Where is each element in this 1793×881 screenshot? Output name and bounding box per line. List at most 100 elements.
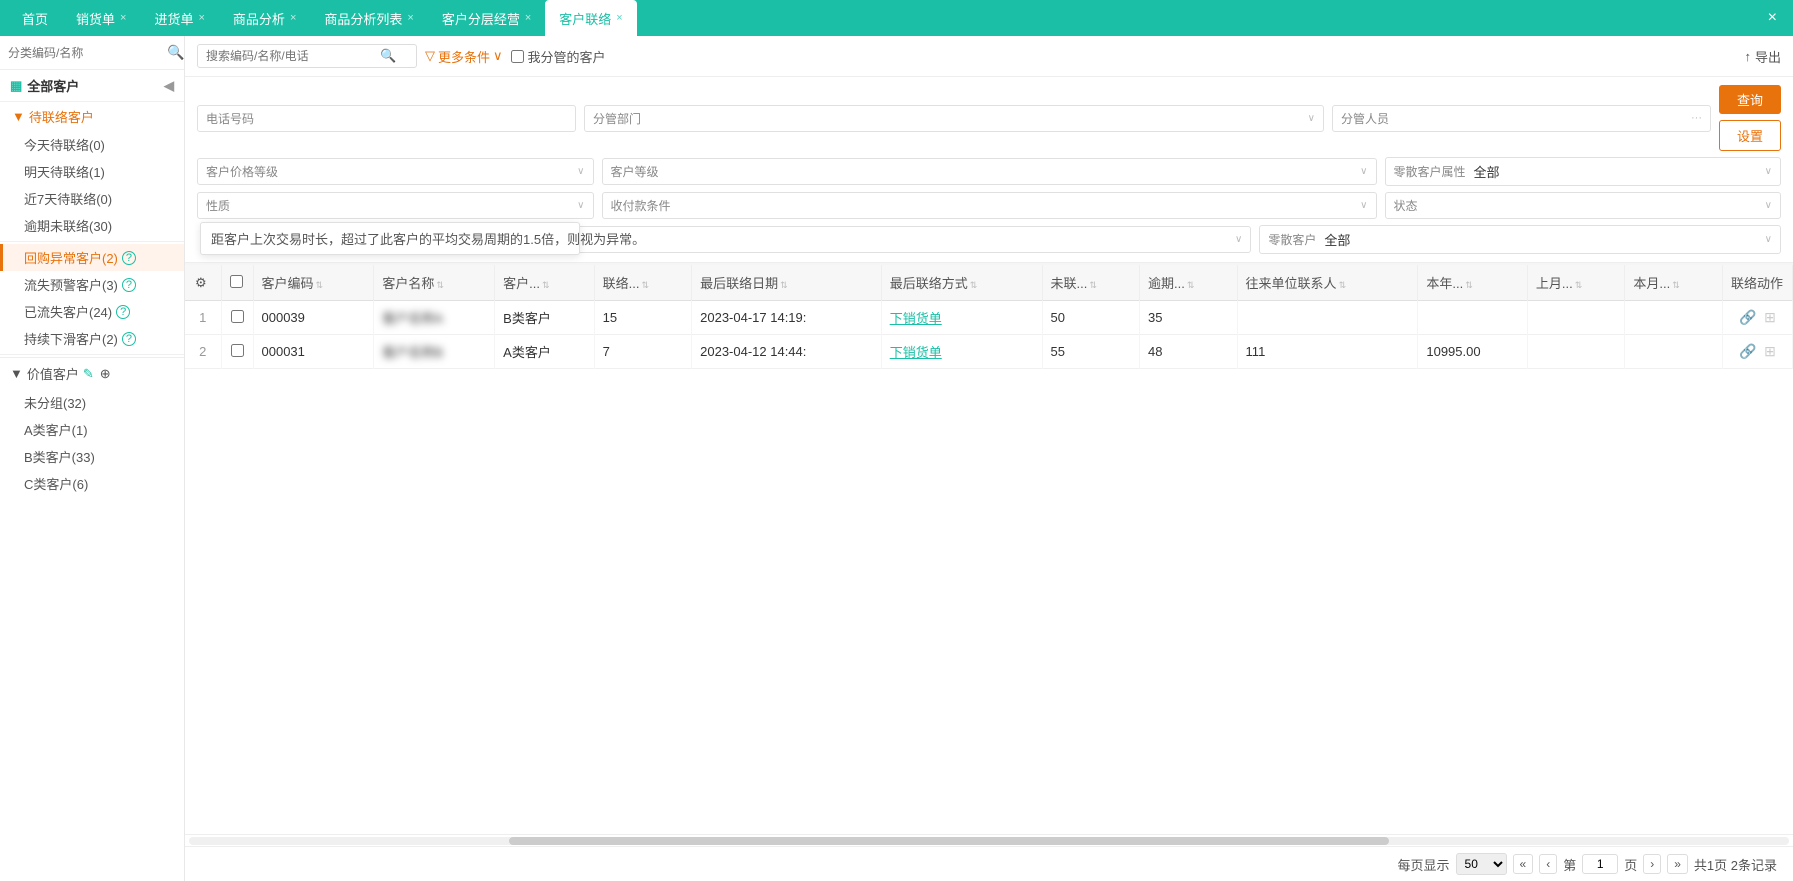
nav-home[interactable]: 首页 — [8, 0, 62, 36]
first-page-button[interactable]: « — [1513, 854, 1534, 874]
nav-customer-segment[interactable]: 客户分层经营 × — [428, 0, 545, 36]
c-class-label: C类客户(6) — [24, 477, 88, 492]
row1-uncontacted: 50 — [1042, 301, 1140, 335]
row2-checkbox[interactable] — [231, 344, 244, 357]
settings-col-icon[interactable]: ⚙ — [195, 275, 207, 290]
nav-segment-close[interactable]: × — [525, 12, 531, 24]
sidebar-a-class[interactable]: A类客户(1) — [0, 416, 184, 443]
per-page-label: 每页显示 — [1398, 855, 1450, 874]
nav-contact-close[interactable]: × — [616, 12, 622, 24]
nav-sales-order[interactable]: 销货单 × — [62, 0, 140, 36]
ungroup-label: 未分组(32) — [24, 396, 86, 411]
sidebar-ungroup[interactable]: 未分组(32) — [0, 389, 184, 416]
more-conditions-button[interactable]: ▽ 更多条件 ∨ — [425, 47, 503, 66]
window-close-button[interactable]: × — [1760, 9, 1785, 27]
nav-purchase-order[interactable]: 进货单 × — [140, 0, 218, 36]
already-lost-info-icon: ? — [116, 305, 130, 319]
row2-checkbox-cell[interactable] — [221, 335, 253, 369]
retail-attr-filter[interactable]: 零散客户属性 全部 ∨ — [1385, 157, 1782, 186]
more-conditions-label: 更多条件 — [438, 47, 490, 66]
my-customers-filter: 我分管的客户 — [511, 47, 606, 66]
sort-icon-contact-count: ⇅ — [641, 280, 649, 290]
export-button[interactable]: ↑ 导出 — [1744, 47, 1781, 66]
row2-last-method[interactable]: 下销货单 — [881, 335, 1042, 369]
row2-method-link[interactable]: 下销货单 — [890, 345, 942, 360]
sidebar-repurchase-abnormal[interactable]: 回购异常客户(2) ? — [0, 244, 184, 271]
search-input-wrap: 🔍 — [197, 44, 417, 68]
sidebar-search-input[interactable] — [8, 46, 163, 60]
col-header-this-month: 本月...⇅ — [1625, 265, 1723, 301]
sidebar-c-class[interactable]: C类客户(6) — [0, 470, 184, 497]
row2-last-month — [1527, 335, 1625, 369]
manager-dots[interactable]: ··· — [1691, 112, 1702, 124]
sidebar-overdue-pending[interactable]: 逾期未联络(30) — [0, 212, 184, 239]
next-page-button[interactable]: › — [1643, 854, 1661, 874]
filter-row-1: 电话号码 分管部门 ∨ 分管人员 ··· 查询 设置 — [197, 85, 1781, 151]
row2-last-date: 2023-04-12 14:44: — [692, 335, 882, 369]
payment-filter[interactable]: 收付款条件 ∨ — [602, 192, 1377, 219]
customer-grade-filter[interactable]: 客户等级 ∨ — [602, 158, 1377, 185]
edit-icon[interactable]: ✎ — [83, 366, 94, 382]
retail-customer-filter[interactable]: 零散客户 全部 ∨ — [1259, 225, 1781, 254]
row1-action-link-icon[interactable]: 🔗 — [1739, 309, 1756, 325]
phone-filter[interactable]: 电话号码 — [197, 105, 576, 132]
add-icon[interactable]: ⊕ — [100, 366, 111, 382]
row1-checkbox-cell[interactable] — [221, 301, 253, 335]
row1-action-grid-icon[interactable]: ⊞ — [1764, 309, 1776, 325]
scroll-thumb[interactable] — [509, 837, 1389, 845]
per-page-select[interactable]: 50 20 100 — [1456, 853, 1507, 875]
nav-purchase-close[interactable]: × — [198, 12, 204, 24]
query-button[interactable]: 查询 — [1719, 85, 1781, 114]
settings-col-header[interactable]: ⚙ — [185, 265, 221, 301]
nav-product-list-close[interactable]: × — [407, 12, 413, 24]
last-page-button[interactable]: » — [1667, 854, 1688, 874]
gender-filter[interactable]: 性质 ∨ — [197, 192, 594, 219]
dept-chevron: ∨ — [1308, 113, 1315, 124]
nav-customer-contact[interactable]: 客户联络 × — [545, 0, 636, 36]
search-submit-icon[interactable]: 🔍 — [380, 48, 396, 64]
prev-page-button[interactable]: ‹ — [1539, 854, 1557, 874]
nav-product-analysis-close[interactable]: × — [290, 12, 296, 24]
all-customers-header[interactable]: ▦ 全部客户 ◀ — [0, 70, 184, 102]
sidebar-already-lost[interactable]: 已流失客户(24) ? — [0, 298, 184, 325]
pending-group-header[interactable]: ▼ 待联络客户 — [0, 102, 184, 131]
sidebar-lost-warning[interactable]: 流失预警客户(3) ? — [0, 271, 184, 298]
col-header-company-contact: 往来单位联系人⇅ — [1237, 265, 1418, 301]
col-header-actions: 联络动作 — [1723, 265, 1793, 301]
status-filter[interactable]: 状态 ∨ — [1385, 192, 1782, 219]
sidebar-search-icon[interactable]: 🔍 — [167, 44, 184, 61]
tooltip-box: 距客户上次交易时长，超过了此客户的平均交易周期的1.5倍，则视为异常。 — [200, 222, 580, 255]
dept-label: 分管部门 — [593, 110, 641, 127]
select-all-checkbox[interactable] — [230, 275, 243, 288]
price-grade-filter[interactable]: 客户价格等级 ∨ — [197, 158, 594, 185]
search-input[interactable] — [206, 49, 376, 63]
dept-filter[interactable]: 分管部门 ∨ — [584, 105, 1324, 132]
row2-company-contact: 111 — [1237, 335, 1418, 369]
row1-actions: 🔗 ⊞ — [1723, 301, 1793, 335]
row1-method-link[interactable]: 下销货单 — [890, 311, 942, 326]
nav-sales-close[interactable]: × — [120, 12, 126, 24]
row2-action-link-icon[interactable]: 🔗 — [1739, 343, 1756, 359]
checkbox-col-header[interactable] — [221, 265, 253, 301]
filter-row-3: 性质 ∨ 收付款条件 ∨ 状态 ∨ — [197, 192, 1781, 219]
page-input[interactable] — [1582, 854, 1618, 874]
horizontal-scrollbar[interactable] — [185, 834, 1793, 846]
collapse-button[interactable]: ◀ — [164, 78, 174, 94]
sidebar-today-pending[interactable]: 今天待联络(0) — [0, 131, 184, 158]
col-header-last-contact-method: 最后联络方式⇅ — [881, 265, 1042, 301]
sidebar-week-pending[interactable]: 近7天待联络(0) — [0, 185, 184, 212]
row1-checkbox[interactable] — [231, 310, 244, 323]
export-icon: ↑ — [1744, 49, 1751, 64]
sidebar-continuous-down[interactable]: 持续下滑客户(2) ? — [0, 325, 184, 352]
sidebar-tomorrow-pending[interactable]: 明天待联络(1) — [0, 158, 184, 185]
nav-product-analysis-list[interactable]: 商品分析列表 × — [310, 0, 427, 36]
phone-label: 电话号码 — [206, 110, 254, 127]
my-customers-checkbox[interactable] — [511, 50, 524, 63]
page-label: 第 — [1563, 855, 1576, 874]
row2-action-grid-icon[interactable]: ⊞ — [1764, 343, 1776, 359]
manager-filter[interactable]: 分管人员 ··· — [1332, 105, 1711, 132]
settings-button[interactable]: 设置 — [1719, 120, 1781, 151]
row1-last-method[interactable]: 下销货单 — [881, 301, 1042, 335]
nav-product-analysis[interactable]: 商品分析 × — [219, 0, 310, 36]
sidebar-b-class[interactable]: B类客户(33) — [0, 443, 184, 470]
